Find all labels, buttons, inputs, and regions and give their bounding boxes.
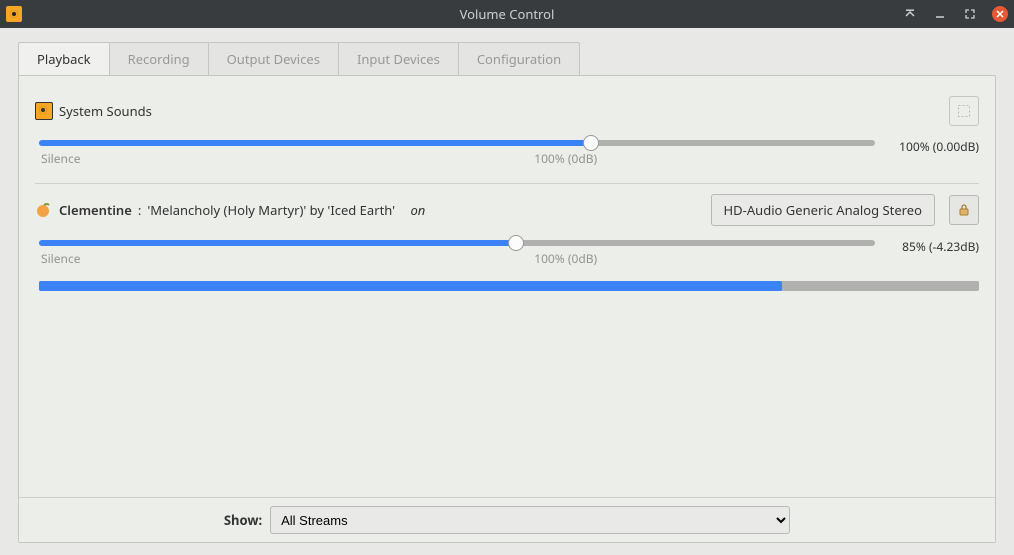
window-title: Volume Control [0, 5, 1014, 23]
tab-bar: Playback Recording Output Devices Input … [0, 28, 1014, 75]
window-titlebar: Volume Control [0, 0, 1014, 28]
close-icon[interactable] [992, 6, 1008, 22]
tab-input-devices[interactable]: Input Devices [338, 42, 459, 75]
volume-slider[interactable]: Silence 100% (0dB) [35, 240, 875, 267]
clementine-icon [35, 201, 53, 219]
minimize-icon[interactable] [932, 6, 948, 22]
maximize-icon[interactable] [962, 6, 978, 22]
slider-label-full: 100% (0dB) [534, 150, 597, 167]
tab-output-devices[interactable]: Output Devices [208, 42, 339, 75]
volume-readout: 100% (0.00dB) [889, 138, 979, 155]
stream-clementine: Clementine: 'Melancholy (Holy Martyr)' b… [35, 183, 979, 305]
show-filter-select[interactable]: All Streams [270, 506, 790, 534]
tab-playback[interactable]: Playback [18, 42, 110, 75]
stream-name: System Sounds [59, 102, 152, 120]
stream-app-name: Clementine [59, 201, 132, 219]
filter-bar: Show: All Streams [19, 497, 995, 542]
slider-label-silence: Silence [41, 150, 81, 167]
speaker-icon [35, 102, 53, 120]
stream-description: 'Melancholy (Holy Martyr)' by 'Iced Eart… [147, 201, 395, 219]
volume-slider[interactable]: Silence 100% (0dB) [35, 140, 875, 167]
vu-meter [39, 281, 979, 291]
app-icon [6, 6, 22, 22]
window-buttons [902, 6, 1008, 22]
slider-label-full: 100% (0dB) [534, 250, 597, 267]
tab-configuration[interactable]: Configuration [458, 42, 580, 75]
slider-label-silence: Silence [41, 250, 81, 267]
mute-button[interactable] [949, 96, 979, 126]
tab-panel-playback: System Sounds Silence 100% (0dB) [18, 75, 996, 543]
show-label: Show: [224, 511, 262, 529]
tab-recording[interactable]: Recording [109, 42, 209, 75]
output-device-button[interactable]: HD-Audio Generic Analog Stereo [711, 194, 935, 226]
window-up-icon[interactable] [902, 6, 918, 22]
lock-channels-button[interactable] [949, 195, 979, 225]
volume-readout: 85% (-4.23dB) [889, 238, 979, 255]
stream-system-sounds: System Sounds Silence 100% (0dB) [35, 86, 979, 183]
stream-on-word: on [410, 201, 425, 219]
